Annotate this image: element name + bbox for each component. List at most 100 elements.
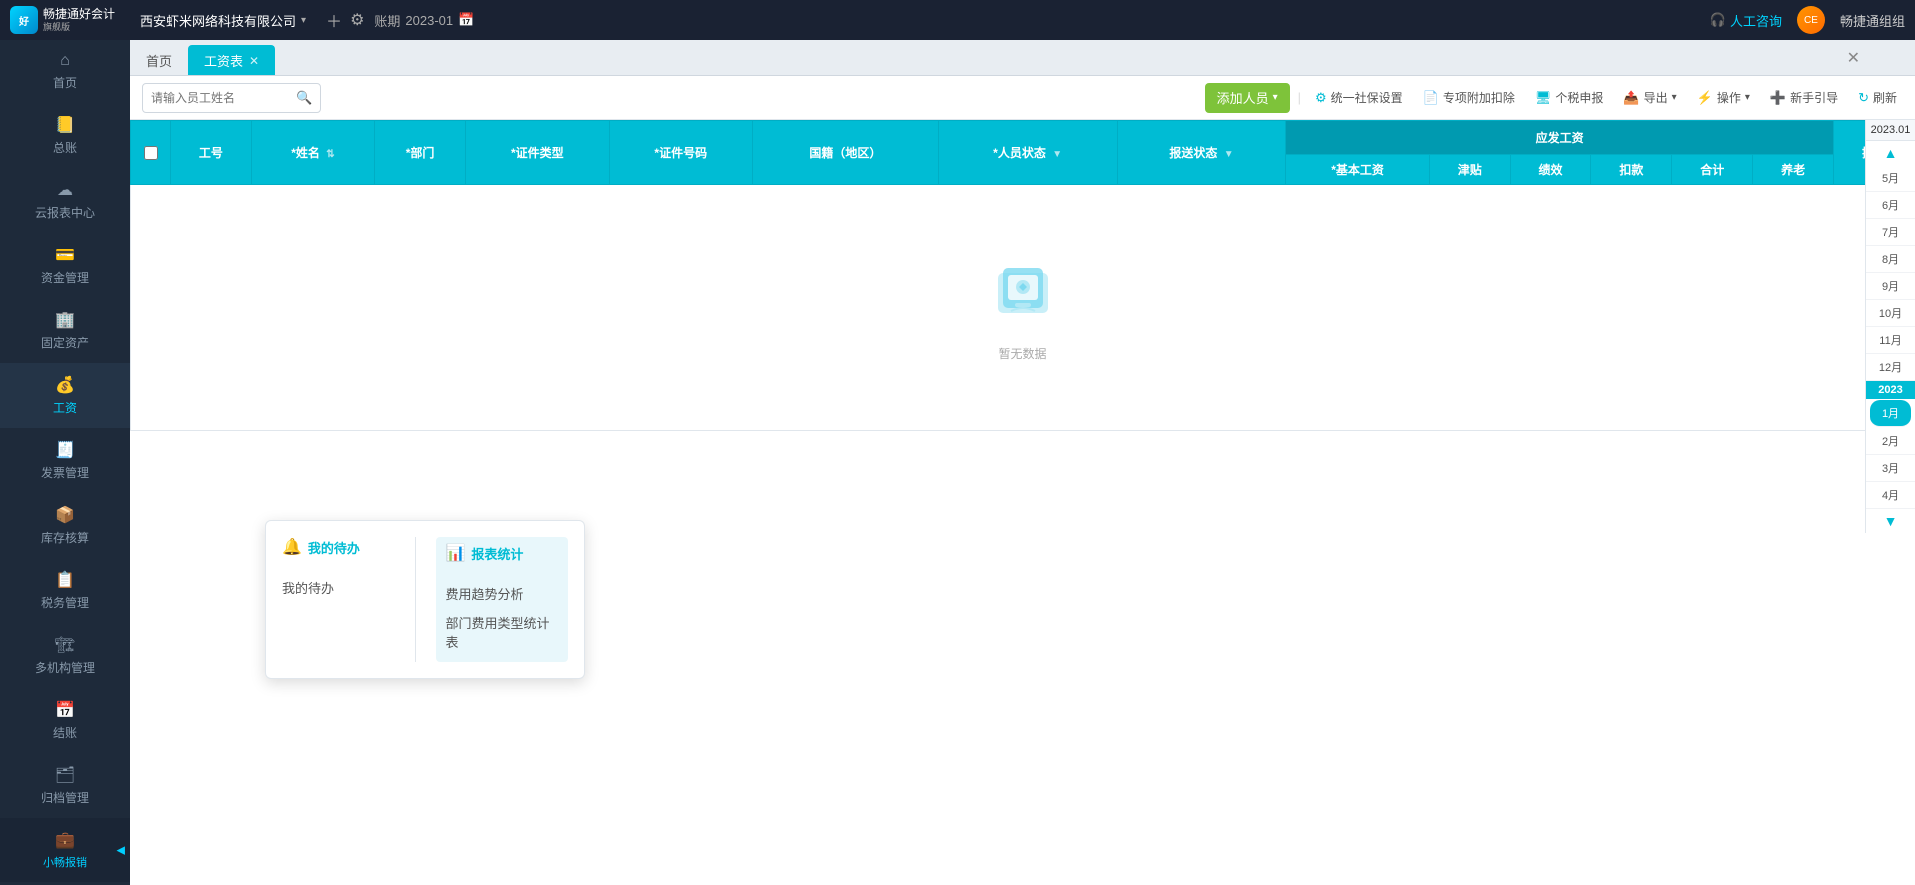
timeline-month-10[interactable]: 10月 bbox=[1866, 300, 1915, 327]
todo-icon: 🔔 bbox=[282, 537, 302, 557]
operation-icon: ⚡ bbox=[1697, 90, 1713, 106]
sidebar-label-ledger: 总账 bbox=[53, 139, 77, 156]
col-cert-type-header: *证件类型 bbox=[466, 121, 609, 185]
company-name: 西安虾米网络科技有限公司 bbox=[140, 11, 296, 30]
refresh-btn[interactable]: ↻ 刷新 bbox=[1852, 85, 1903, 110]
home-icon: ⌂ bbox=[60, 52, 70, 70]
special-deduction-btn[interactable]: 📄 专项附加扣除 bbox=[1417, 85, 1521, 110]
empty-illustration bbox=[983, 253, 1063, 333]
cloud-icon: ☁ bbox=[57, 180, 73, 200]
ledger-icon: 📒 bbox=[55, 115, 75, 135]
timeline-month-1[interactable]: 1月 bbox=[1870, 400, 1911, 427]
sidebar-item-ledger[interactable]: 📒 总账 bbox=[0, 103, 130, 168]
sidebar-item-archive[interactable]: 🗂 归档管理 bbox=[0, 753, 130, 818]
export-icon: 📤 bbox=[1623, 90, 1639, 106]
tab-salary-table[interactable]: 工资表 ✕ bbox=[188, 45, 275, 75]
timeline-month-5[interactable]: 5月 bbox=[1866, 165, 1915, 192]
sidebar-label-home: 首页 bbox=[53, 74, 77, 91]
select-all-checkbox[interactable] bbox=[144, 146, 158, 160]
timeline-month-9[interactable]: 9月 bbox=[1866, 273, 1915, 300]
search-box: 🔍 bbox=[142, 83, 321, 113]
invoice-icon: 🧾 bbox=[55, 440, 75, 460]
timeline-month-3[interactable]: 3月 bbox=[1866, 455, 1915, 482]
timeline-month-11[interactable]: 11月 bbox=[1866, 327, 1915, 354]
tab-area-close-icon[interactable]: ✕ bbox=[1847, 48, 1860, 68]
company-selector[interactable]: 西安虾米网络科技有限公司 ▾ bbox=[130, 11, 316, 30]
col-send-status-header[interactable]: 报送状态 ▼ bbox=[1117, 121, 1286, 185]
timeline-month-4[interactable]: 4月 bbox=[1866, 482, 1915, 509]
operation-arrow-icon: ▾ bbox=[1745, 92, 1750, 103]
popup-divider bbox=[415, 537, 416, 662]
popup-report-label: 报表统计 bbox=[471, 544, 523, 563]
search-input[interactable] bbox=[151, 91, 291, 105]
tax-icon: 📋 bbox=[55, 570, 75, 590]
search-icon[interactable]: 🔍 bbox=[296, 90, 312, 106]
timeline-month-6[interactable]: 6月 bbox=[1866, 192, 1915, 219]
sidebar-label-close: 结账 bbox=[53, 724, 77, 741]
service-btn[interactable]: 🎧 人工咨询 bbox=[1710, 11, 1782, 30]
timeline-month-12[interactable]: 12月 bbox=[1866, 354, 1915, 381]
popup-cost-trend[interactable]: 费用趋势分析 bbox=[446, 579, 559, 608]
sidebar-item-invoice[interactable]: 🧾 发票管理 bbox=[0, 428, 130, 493]
logo-area: 好 畅捷通好会计 旗舰版 bbox=[10, 6, 130, 34]
col-allowance-header: 津贴 bbox=[1429, 155, 1510, 185]
timeline-month-2[interactable]: 2月 bbox=[1866, 428, 1915, 455]
username[interactable]: 畅捷通组组 bbox=[1840, 11, 1905, 30]
sidebar-item-cloud[interactable]: ☁ 云报表中心 bbox=[0, 168, 130, 233]
tab-home[interactable]: 首页 bbox=[130, 45, 188, 75]
popup-my-todo[interactable]: 我的待办 bbox=[282, 573, 395, 602]
timeline-month-8[interactable]: 8月 bbox=[1866, 246, 1915, 273]
tab-close-icon[interactable]: ✕ bbox=[249, 54, 259, 68]
refresh-label: 刷新 bbox=[1873, 89, 1897, 106]
period-label: 账期 bbox=[374, 11, 400, 30]
add-person-button[interactable]: 添加人员 ▾ bbox=[1205, 83, 1290, 113]
timeline-month-7[interactable]: 7月 bbox=[1866, 219, 1915, 246]
sidebar-item-assets[interactable]: 🏢 固定资产 bbox=[0, 298, 130, 363]
operation-btn[interactable]: ⚡ 操作 ▾ bbox=[1691, 85, 1756, 110]
social-security-btn[interactable]: ⚙ 统一社保设置 bbox=[1309, 85, 1409, 110]
col-name-header[interactable]: *姓名 ⇅ bbox=[251, 121, 374, 185]
top-bar: 好 畅捷通好会计 旗舰版 西安虾米网络科技有限公司 ▾ ＋ ⚙ 账期 2023-… bbox=[0, 0, 1915, 40]
popup-dept-cost[interactable]: 部门费用类型统计表 bbox=[446, 608, 559, 656]
tax-report-icon: 🖥 bbox=[1535, 90, 1552, 106]
sidebar-label-invoice: 发票管理 bbox=[41, 464, 89, 481]
tab-salary-label: 工资表 bbox=[204, 51, 243, 70]
sidebar-item-close[interactable]: 📅 结账 bbox=[0, 688, 130, 753]
new-guide-btn[interactable]: ➕ 新手引导 bbox=[1764, 85, 1844, 110]
new-guide-icon: ➕ bbox=[1770, 90, 1786, 106]
timeline-prev-btn[interactable]: ▲ bbox=[1866, 141, 1915, 165]
sidebar-label-multi: 多机构管理 bbox=[35, 659, 95, 676]
timeline-next-btn[interactable]: ▼ bbox=[1866, 509, 1915, 533]
period-value: 2023-01 bbox=[405, 13, 453, 28]
col-cert-no-header: *证件号码 bbox=[609, 121, 752, 185]
sidebar-item-home[interactable]: ⌂ 首页 bbox=[0, 40, 130, 103]
col-performance-header: 绩效 bbox=[1510, 155, 1591, 185]
sidebar-item-multi[interactable]: 🏗 多机构管理 bbox=[0, 623, 130, 688]
export-btn[interactable]: 📤 导出 ▾ bbox=[1617, 85, 1682, 110]
assets-icon: 🏢 bbox=[55, 310, 75, 330]
add-icon[interactable]: ＋ bbox=[326, 8, 342, 32]
calendar-icon[interactable]: 📅 bbox=[458, 12, 474, 28]
timeline-header: 2023.01 bbox=[1866, 120, 1915, 141]
table-container: 工号 *姓名 ⇅ *部门 *证件类型 *证件号码 国籍（地区） *人员状态 ▼ bbox=[130, 120, 1915, 885]
settings-icon[interactable]: ⚙ bbox=[350, 10, 364, 30]
col-dept-header: *部门 bbox=[375, 121, 466, 185]
sidebar-item-inventory[interactable]: 📦 库存核算 bbox=[0, 493, 130, 558]
sidebar-item-salary[interactable]: 💰 工资 bbox=[0, 363, 130, 428]
sidebar-label-funds: 资金管理 bbox=[41, 269, 89, 286]
logo-sub: 旗舰版 bbox=[43, 22, 115, 33]
user-avatar: CE bbox=[1797, 6, 1825, 34]
main-layout: ⌂ 首页 📒 总账 ☁ 云报表中心 💳 资金管理 🏢 固定资产 💰 工资 🧾 发… bbox=[0, 40, 1915, 885]
toolbar: 🔍 添加人员 ▾ | ⚙ 统一社保设置 📄 专项附加扣除 🖥 个税申报 📤 bbox=[130, 76, 1915, 120]
sidebar-label-salary: 工资 bbox=[53, 399, 77, 416]
tax-report-btn[interactable]: 🖥 个税申报 bbox=[1529, 85, 1610, 110]
tax-report-label: 个税申报 bbox=[1555, 89, 1603, 106]
popup-col-report: 📊 报表统计 费用趋势分析 部门费用类型统计表 bbox=[436, 537, 569, 662]
sidebar-item-expense[interactable]: 💼 小畅报销 ◀ bbox=[0, 818, 130, 882]
sidebar-item-funds[interactable]: 💳 资金管理 bbox=[0, 233, 130, 298]
sidebar-item-tax[interactable]: 📋 税务管理 bbox=[0, 558, 130, 623]
export-arrow-icon: ▾ bbox=[1672, 92, 1677, 103]
headset-icon: 🎧 bbox=[1710, 12, 1726, 28]
col-status-header[interactable]: *人员状态 ▼ bbox=[938, 121, 1117, 185]
sidebar: ⌂ 首页 📒 总账 ☁ 云报表中心 💳 资金管理 🏢 固定资产 💰 工资 🧾 发… bbox=[0, 40, 130, 885]
